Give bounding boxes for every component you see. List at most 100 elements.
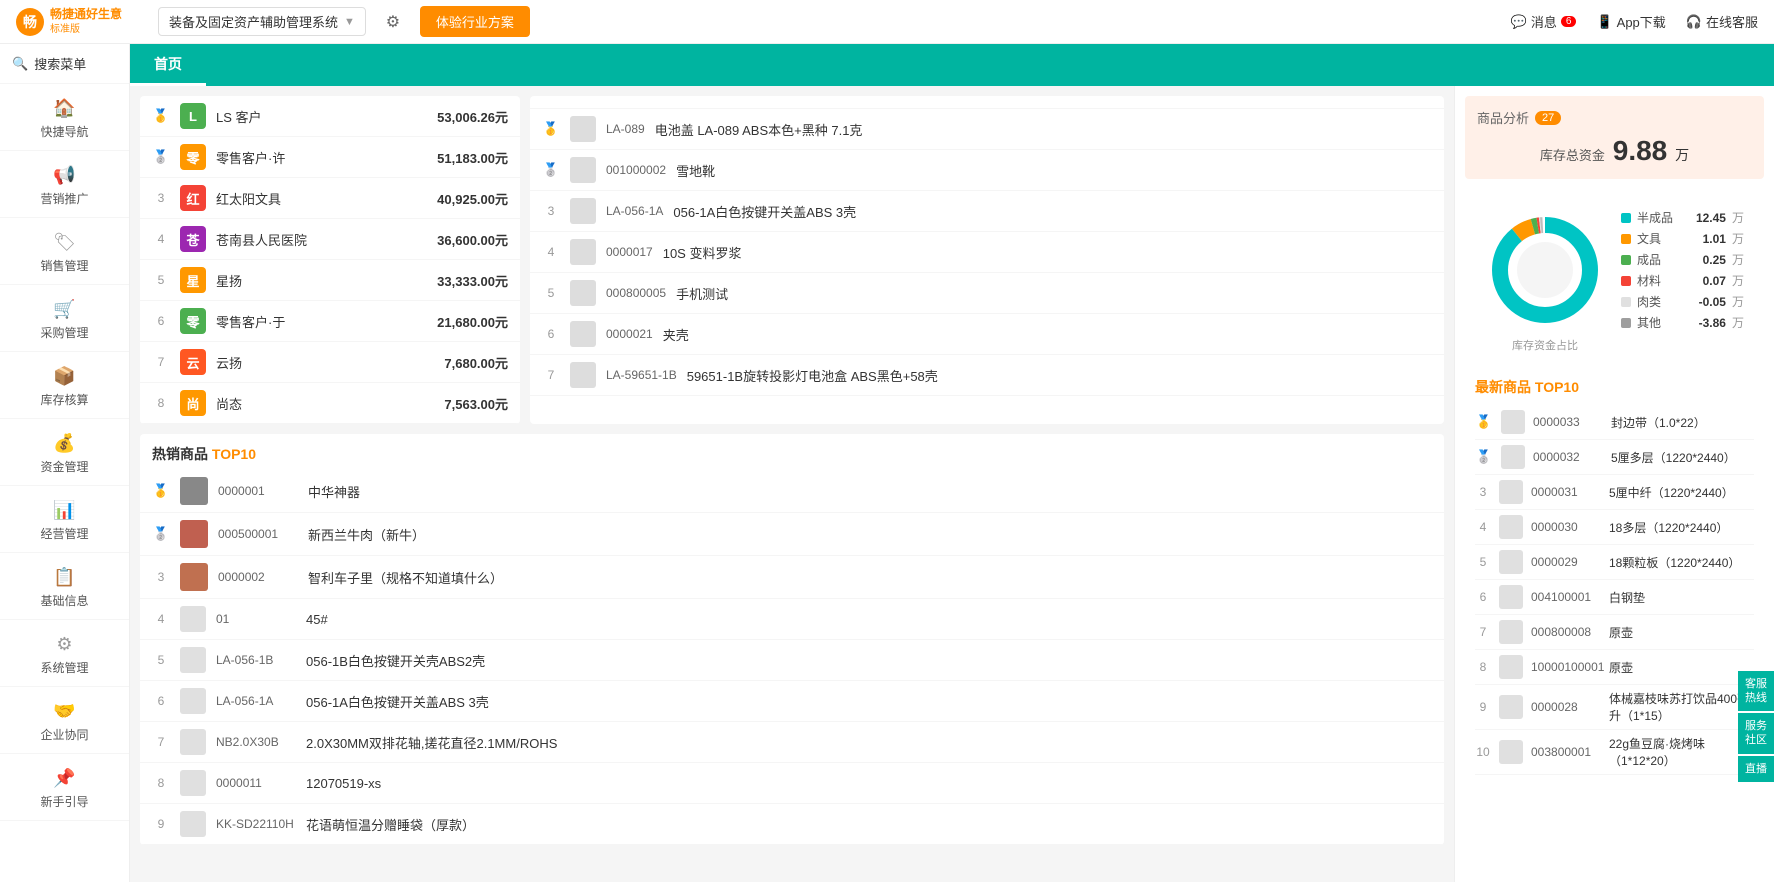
rank-medal: 🥈 [542,162,560,178]
message-icon: 💬 [1511,14,1527,30]
table-row[interactable]: 4 苍 苍南县人民医院 36,600.00元 [140,219,520,260]
float-btn-live[interactable]: 直播 [1738,756,1774,782]
content-area: 首页 🥇 L LS 客户 53,006 [130,44,1774,882]
legend-value: 0.25 [1703,253,1726,267]
search-icon: 🔍 [12,56,28,72]
system-icon: ⚙ [56,634,72,655]
newest-row[interactable]: 8 10000100001 原壶 [1475,650,1754,685]
rank-number: 7 [542,368,560,382]
gear-button[interactable]: ⚙ [378,7,408,37]
product-row[interactable]: 3 LA-056-1A 056-1A白色按键开关盖ABS 3壳 [530,191,1444,232]
product-row[interactable]: 5 LA-056-1B 056-1B白色按键开关壳ABS2壳 [140,640,1444,681]
table-row[interactable]: 3 红 红太阳文具 40,925.00元 [140,178,520,219]
product-row[interactable]: 4 01 45# [140,599,1444,640]
newest-row[interactable]: 🥈 0000032 5厘多层（1220*2440） [1475,440,1754,475]
guide-icon: 📌 [53,768,75,789]
product-row[interactable]: 5 000800005 手机测试 [530,273,1444,314]
inventory-count-badge: 27 [1535,111,1561,125]
sidebar-item-system[interactable]: ⚙ 系统管理 [0,620,129,687]
app-label: App下载 [1617,12,1666,31]
trial-button[interactable]: 体验行业方案 [420,6,530,37]
sidebar-item-operations[interactable]: 📊 经营管理 [0,486,129,553]
legend-unit: 万 [1732,209,1744,226]
product-name: 22g鱼豆腐·烧烤味（1*12*20） [1609,735,1754,769]
product-thumbnail [180,729,206,755]
newest-row[interactable]: 7 000800008 原壶 [1475,615,1754,650]
sidebar-item-sales[interactable]: 🏷 销售管理 [0,218,129,285]
chevron-down-icon: ▼ [344,16,355,28]
product-row[interactable]: 6 0000021 夹壳 [530,314,1444,355]
top-customers-section: 🥇 L LS 客户 53,006.26元 🥈 零 零售客户·许 51,183.0… [140,96,520,424]
sidebar-item-basics[interactable]: 📋 基础信息 [0,553,129,620]
product-row[interactable]: 🥈 000500001 新西兰牛肉（新牛） [140,513,1444,556]
legend-label: 其他 [1637,314,1693,331]
avatar: 零 [180,144,206,170]
sidebar-item-inventory[interactable]: 📦 库存核算 [0,352,129,419]
sidebar-item-quick-nav[interactable]: 🏠 快捷导航 [0,84,129,151]
product-row[interactable]: 🥇 LA-089 电池盖 LA-089 ABS本色+黑种 7.1克 [530,109,1444,150]
customer-amount: 7,680.00元 [444,353,508,372]
product-name: 夹壳 [663,325,1432,344]
product-row[interactable]: 7 LA-59651-1B 59651-1B旋转投影灯电池盒 ABS黑色+58壳 [530,355,1444,396]
product-row[interactable]: 3 0000002 智利车子里（规格不知道填什么） [140,556,1444,599]
sidebar-item-label: 基础信息 [40,592,88,609]
newest-row[interactable]: 9 0000028 体械嘉枝味苏打饮品400毫升（1*15） [1475,685,1754,730]
sidebar-item-label: 营销推广 [40,190,88,207]
product-row[interactable]: 7 NB2.0X30B 2.0X30MM双排花轴,搓花直径2.1MM/ROHS [140,722,1444,763]
top-sections: 🥇 L LS 客户 53,006.26元 🥈 零 零售客户·许 51,183.0… [140,96,1444,424]
product-name: 056-1A白色按键开关盖ABS 3壳 [306,692,1432,711]
service-button[interactable]: 🎧 在线客服 [1686,12,1758,31]
float-btn-community[interactable]: 服务社区 [1738,713,1774,754]
product-thumbnail [570,280,596,306]
table-row[interactable]: 6 零 零售客户·于 21,680.00元 [140,301,520,342]
newest-row[interactable]: 4 0000030 18多层（1220*2440） [1475,510,1754,545]
table-row[interactable]: 🥇 L LS 客户 53,006.26元 [140,96,520,137]
sidebar-item-label: 企业协同 [40,726,88,743]
newest-row[interactable]: 🥇 0000033 封边带（1.0*22） [1475,405,1754,440]
product-row[interactable]: 8 0000011 12070519-xs [140,763,1444,804]
product-name: 花语萌恒温分赠睡袋（厚款） [306,815,1432,834]
table-row[interactable]: 8 尚 尚态 7,563.00元 [140,383,520,424]
product-row[interactable]: 4 0000017 10S 变料罗浆 [530,232,1444,273]
product-name: 5厘中纤（1220*2440） [1609,484,1754,501]
float-btn-service[interactable]: 客服热线 [1738,671,1774,712]
sidebar-item-label: 新手引导 [40,793,88,810]
product-code: 0000032 [1533,450,1603,464]
product-code: 0000030 [1531,520,1601,534]
sidebar-search[interactable]: 🔍 搜索菜单 [0,44,129,84]
product-name: 18颗粒板（1220*2440） [1609,554,1754,571]
sidebar-item-collab[interactable]: 🤝 企业协同 [0,687,129,754]
app-download-button[interactable]: 📱 App下载 [1596,12,1665,31]
rank-number: 5 [152,273,170,287]
product-name: 新西兰牛肉（新牛） [308,525,1432,544]
legend-color-dot [1621,318,1631,328]
message-button[interactable]: 💬 消息 6 [1511,12,1577,31]
sidebar-item-finance[interactable]: 💰 资金管理 [0,419,129,486]
newest-row[interactable]: 6 004100001 白钢垫 [1475,580,1754,615]
product-thumbnail [180,688,206,714]
customer-amount: 21,680.00元 [437,312,508,331]
table-row[interactable]: 7 云 云扬 7,680.00元 [140,342,520,383]
legend-label: 成品 [1637,251,1697,268]
newest-row[interactable]: 10 003800001 22g鱼豆腐·烧烤味（1*12*20） [1475,730,1754,775]
product-row[interactable]: 9 KK-SD22110H 花语萌恒温分赠睡袋（厚款） [140,804,1444,845]
sidebar-item-purchase[interactable]: 🛒 采购管理 [0,285,129,352]
home-tab[interactable]: 首页 [130,44,206,86]
table-row[interactable]: 🥈 零 零售客户·许 51,183.00元 [140,137,520,178]
rank-number: 6 [542,327,560,341]
system-selector[interactable]: 装备及固定资产辅助管理系统 ▼ [158,7,366,36]
newest-row[interactable]: 3 0000031 5厘中纤（1220*2440） [1475,475,1754,510]
product-code: 0000028 [1531,700,1601,714]
product-row[interactable]: 🥈 001000002 雪地靴 [530,150,1444,191]
right-panel: 商品分析 27 库存总资金 9.88 万 [1454,86,1774,882]
sidebar-item-marketing[interactable]: 📢 营销推广 [0,151,129,218]
product-row[interactable]: 🥇 0000001 中华神器 [140,470,1444,513]
table-row[interactable]: 5 星 星扬 33,333.00元 [140,260,520,301]
product-name: 原壶 [1609,659,1754,676]
hot-products-section: 🥇 LA-089 电池盖 LA-089 ABS本色+黑种 7.1克 🥈 0010… [530,96,1444,424]
sidebar-item-guide[interactable]: 📌 新手引导 [0,754,129,821]
product-row[interactable]: 6 LA-056-1A 056-1A白色按键开关盖ABS 3壳 [140,681,1444,722]
newest-row[interactable]: 5 0000029 18颗粒板（1220*2440） [1475,545,1754,580]
system-name: 装备及固定资产辅助管理系统 [169,12,338,31]
product-thumbnail [180,477,208,505]
